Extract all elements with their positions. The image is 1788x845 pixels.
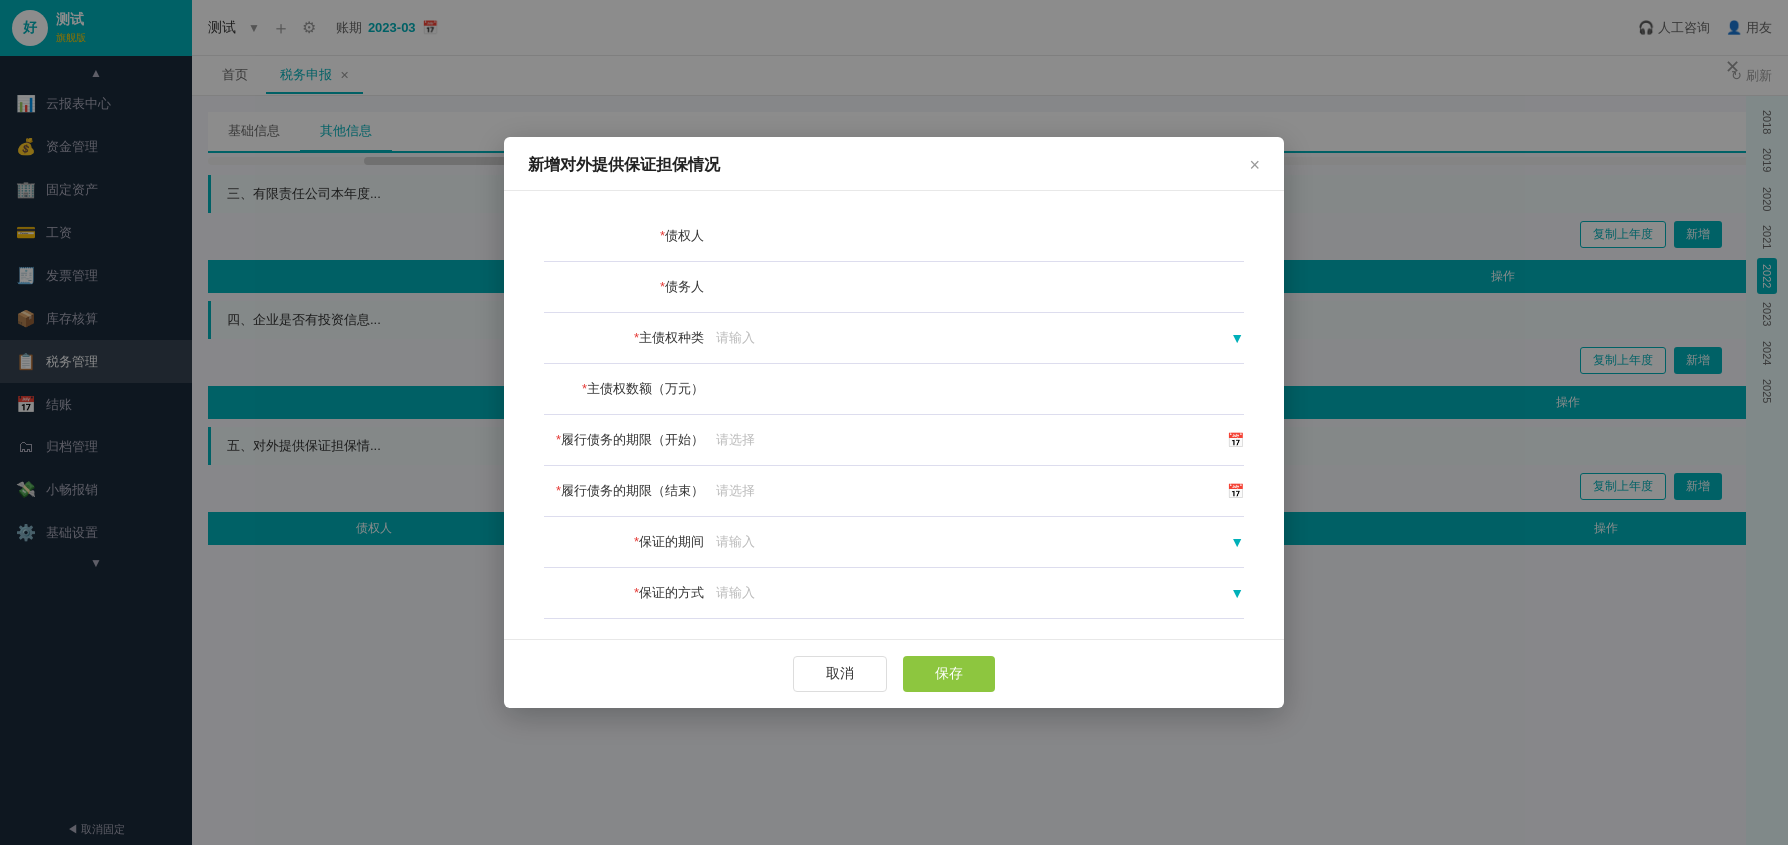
period-end-placeholder: 请选择	[716, 482, 755, 500]
debt-amount-label: *主债权数额（万元）	[544, 380, 704, 398]
calendar-start-icon: 📅	[1227, 432, 1244, 448]
debtor-input[interactable]	[716, 280, 1244, 295]
period-end-field: *履行债务的期限（结束） 请选择 📅	[544, 466, 1244, 517]
save-button[interactable]: 保存	[903, 656, 995, 692]
period-start-picker[interactable]: 请选择 📅	[716, 431, 1244, 449]
debt-amount-field: *主债权数额（万元）	[544, 364, 1244, 415]
guarantee-period-placeholder: 请输入	[716, 533, 755, 551]
debt-type-label: *主债权种类	[544, 329, 704, 347]
guarantee-method-chevron-icon: ▼	[1230, 585, 1244, 601]
dialog-header: 新增对外提供保证担保情况 ×	[504, 137, 1284, 191]
guarantee-period-select[interactable]: 请输入 ▼	[716, 533, 1244, 551]
period-start-placeholder: 请选择	[716, 431, 755, 449]
cancel-button[interactable]: 取消	[793, 656, 887, 692]
debt-amount-input[interactable]	[716, 382, 1244, 397]
creditor-input[interactable]	[716, 229, 1244, 244]
debt-type-chevron-icon: ▼	[1230, 330, 1244, 346]
guarantee-method-field: *保证的方式 请输入 ▼	[544, 568, 1244, 619]
debt-type-field: *主债权种类 请输入 ▼	[544, 313, 1244, 364]
dialog-title: 新增对外提供保证担保情况	[528, 155, 720, 176]
period-start-field: *履行债务的期限（开始） 请选择 📅	[544, 415, 1244, 466]
period-end-label: *履行债务的期限（结束）	[544, 482, 704, 500]
period-start-label: *履行债务的期限（开始）	[544, 431, 704, 449]
dialog-close-button[interactable]: ×	[1249, 155, 1260, 176]
dialog: 新增对外提供保证担保情况 × *债权人 *债务人 *主债权种类	[504, 137, 1284, 708]
creditor-field: *债权人	[544, 211, 1244, 262]
guarantee-method-placeholder: 请输入	[716, 584, 755, 602]
dialog-footer: 取消 保存	[504, 639, 1284, 708]
guarantee-period-label: *保证的期间	[544, 533, 704, 551]
debt-type-select[interactable]: 请输入 ▼	[716, 329, 1244, 347]
dialog-body: *债权人 *债务人 *主债权种类 请输入 ▼	[504, 191, 1284, 639]
debtor-field: *债务人	[544, 262, 1244, 313]
debtor-label: *债务人	[544, 278, 704, 296]
guarantee-period-field: *保证的期间 请输入 ▼	[544, 517, 1244, 568]
guarantee-method-select[interactable]: 请输入 ▼	[716, 584, 1244, 602]
guarantee-method-label: *保证的方式	[544, 584, 704, 602]
creditor-label: *债权人	[544, 227, 704, 245]
period-end-picker[interactable]: 请选择 📅	[716, 482, 1244, 500]
dialog-overlay: 新增对外提供保证担保情况 × *债权人 *债务人 *主债权种类	[0, 0, 1788, 845]
guarantee-period-chevron-icon: ▼	[1230, 534, 1244, 550]
calendar-end-icon: 📅	[1227, 483, 1244, 499]
debt-type-placeholder: 请输入	[716, 329, 755, 347]
